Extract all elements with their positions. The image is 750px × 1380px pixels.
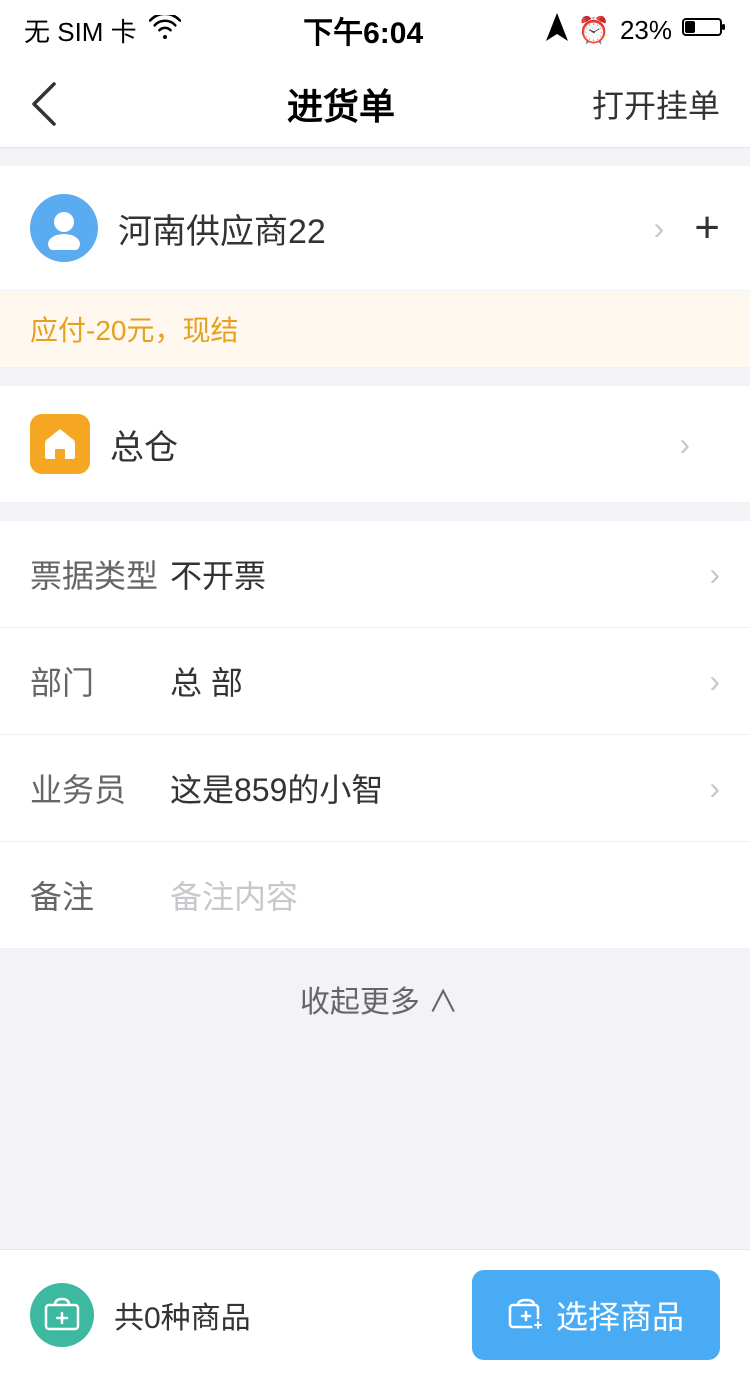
warehouse-icon-wrap [30, 414, 90, 474]
separator-1 [0, 148, 750, 166]
open-pending-button[interactable]: 打开挂单 [592, 81, 720, 127]
invoice-type-chevron-icon: › [709, 556, 720, 593]
bottom-bar: 共0种商品 选择商品 [0, 1249, 750, 1380]
select-goods-label: 选择商品 [556, 1292, 684, 1338]
department-chevron-icon: › [709, 663, 720, 700]
salesperson-value: 这是859的小智 [170, 765, 699, 811]
separator-2 [0, 368, 750, 386]
nav-bar: 进货单 打开挂单 [0, 60, 750, 148]
page-title: 进货单 [287, 78, 395, 130]
carrier-text: 无 SIM 卡 [24, 12, 137, 49]
location-icon [546, 13, 568, 48]
warehouse-name: 总仓 [110, 420, 679, 469]
invoice-type-label: 票据类型 [30, 551, 170, 597]
supplier-section: 河南供应商22 › + 应付-20元，现结 [0, 166, 750, 368]
battery-text: 23% [620, 15, 672, 46]
wifi-icon [149, 15, 181, 46]
warehouse-row[interactable]: 总仓 › [0, 386, 750, 503]
department-row[interactable]: 部门 总 部 › [0, 628, 750, 735]
salesperson-row[interactable]: 业务员 这是859的小智 › [0, 735, 750, 842]
battery-icon [682, 15, 726, 46]
remark-row[interactable]: 备注 备注内容 [0, 842, 750, 949]
collapse-label: 收起更多 ∧ [300, 977, 458, 1021]
status-bar: 无 SIM 卡 下午6:04 ⏰ 23% [0, 0, 750, 60]
notice-banner: 应付-20元，现结 [0, 291, 750, 368]
content-fill [0, 1049, 750, 1249]
supplier-avatar [30, 194, 98, 262]
remark-label: 备注 [30, 872, 170, 918]
salesperson-chevron-icon: › [709, 770, 720, 807]
salesperson-label: 业务员 [30, 765, 170, 811]
warehouse-chevron-icon: › [679, 426, 690, 463]
department-value: 总 部 [170, 658, 699, 704]
invoice-type-row[interactable]: 票据类型 不开票 › [0, 521, 750, 628]
remark-placeholder[interactable]: 备注内容 [170, 872, 720, 918]
department-label: 部门 [30, 658, 170, 704]
status-left: 无 SIM 卡 [24, 12, 181, 49]
supplier-row[interactable]: 河南供应商22 › + [0, 166, 750, 291]
back-button[interactable] [30, 80, 90, 128]
supplier-name: 河南供应商22 [118, 204, 654, 253]
add-supplier-button[interactable]: + [694, 206, 720, 250]
status-time: 下午6:04 [303, 8, 423, 52]
alarm-icon: ⏰ [578, 15, 610, 46]
separator-3 [0, 503, 750, 521]
goods-count-text: 共0种商品 [114, 1293, 452, 1337]
status-right: ⏰ 23% [546, 13, 726, 48]
collapse-button[interactable]: 收起更多 ∧ [0, 949, 750, 1049]
invoice-type-value: 不开票 [170, 551, 699, 597]
form-fields-section: 票据类型 不开票 › 部门 总 部 › 业务员 这是859的小智 › 备注 备注… [0, 521, 750, 949]
select-goods-button[interactable]: 选择商品 [472, 1270, 720, 1360]
goods-icon-wrap [30, 1283, 94, 1347]
supplier-chevron-icon: › [654, 210, 665, 247]
